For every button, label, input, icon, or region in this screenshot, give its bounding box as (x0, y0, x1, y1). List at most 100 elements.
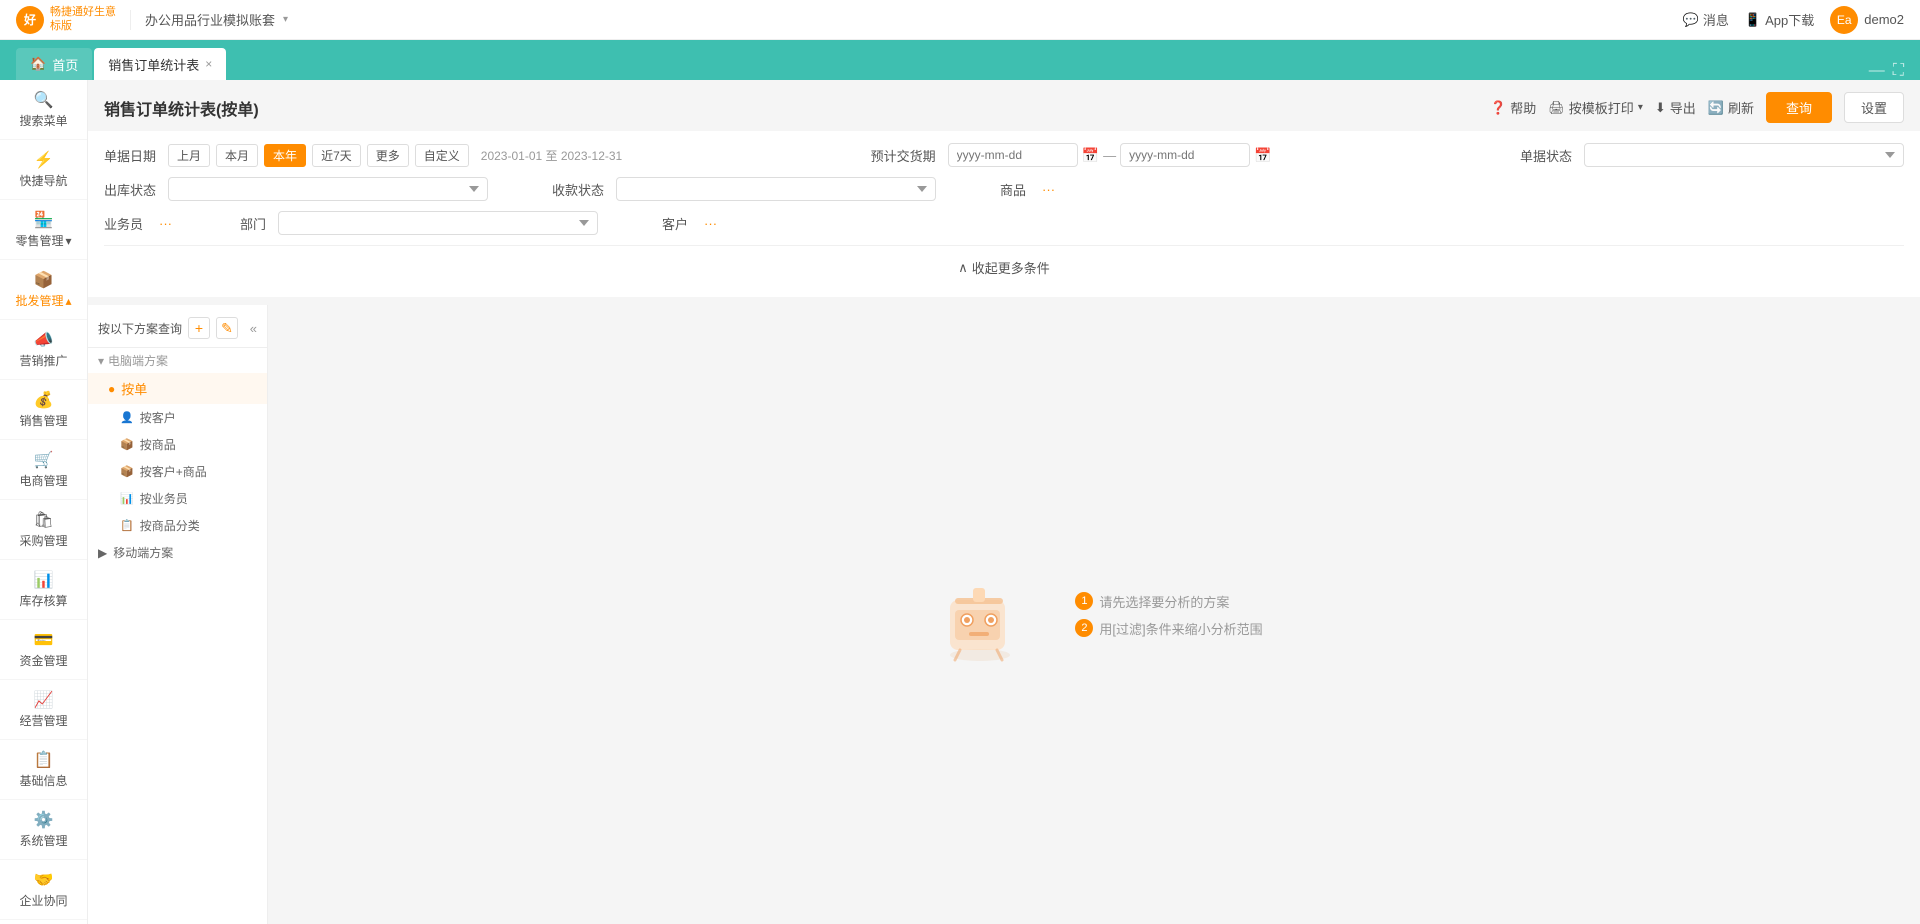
empty-state-container: 1 请先选择要分析的方案 2 用[过滤]条件来缩小分析范围 (925, 560, 1262, 670)
shipping-status-select[interactable] (168, 177, 488, 201)
tab-close-icon[interactable]: × (205, 57, 212, 71)
user-area[interactable]: Ea demo2 (1830, 6, 1904, 34)
sidebar-item-quick-nav[interactable]: ⚡ 快捷导航 (0, 140, 87, 200)
scheme-item-by-customer[interactable]: 👤 按客户 (88, 404, 267, 431)
filter-row-date: 单据日期 上月 本月 本年 近7天 更多 自定义 2023-01-01 至 20… (104, 143, 1904, 167)
sidebar-item-purchase[interactable]: 🛍 采购管理 (0, 500, 87, 560)
tab-sales-order-stats[interactable]: 销售订单统计表 × (94, 48, 226, 80)
department-select[interactable] (278, 211, 598, 235)
by-order-icon: ● (108, 382, 115, 396)
scheme-item-by-customer-product[interactable]: 📦 按客户+商品 (88, 458, 267, 485)
by-salesperson-icon: 📊 (120, 492, 134, 505)
mobile-expand-icon: ▶ (98, 546, 107, 560)
date-quick-buttons: 上月 本月 本年 近7天 更多 自定义 (168, 144, 469, 167)
this-month-btn[interactable]: 本月 (216, 144, 258, 167)
cal-start-icon[interactable]: 📅 (1082, 147, 1099, 164)
scheme-collapse-btn[interactable]: « (250, 321, 257, 336)
sidebar-item-sales[interactable]: 💰 销售管理 (0, 380, 87, 440)
collapse-area: ∧ 收起更多条件 (104, 245, 1904, 285)
message-btn[interactable]: 💬 消息 (1683, 10, 1729, 29)
status-select[interactable] (1584, 143, 1904, 167)
sidebar-item-system[interactable]: ⚙️ 系统管理 (0, 800, 87, 860)
more-btn[interactable]: 更多 (367, 144, 409, 167)
page-title: 销售订单统计表(按单) (104, 96, 259, 120)
user-avatar: Ea (1830, 6, 1858, 34)
sidebar-item-enterprise-collab[interactable]: 🤝 企业协同 (0, 860, 87, 920)
purchase-icon: 🛍 (33, 510, 53, 530)
scheme-item-by-order[interactable]: ● 按单 (88, 373, 267, 404)
product-ellipsis-btn[interactable]: ··· (1038, 182, 1059, 197)
app-download-icon: 📱 (1745, 12, 1761, 28)
refresh-icon: 🔄 (1708, 100, 1724, 116)
date-range-text: 2023-01-01 至 2023-12-31 (481, 147, 622, 164)
sidebar-item-inventory[interactable]: 📊 库存核算 (0, 560, 87, 620)
payment-status-wrap (616, 177, 936, 201)
sidebar-item-basics[interactable]: 📋 基础信息 (0, 740, 87, 800)
app-download-btn[interactable]: 📱 App下载 (1745, 10, 1814, 29)
print-dropdown-icon: ▾ (1638, 102, 1643, 113)
window-maximize-icon[interactable]: ⛶ (1893, 62, 1904, 80)
shipping-status-wrap (168, 177, 488, 201)
scheme-item-by-product-category[interactable]: 📋 按商品分类 (88, 512, 267, 539)
quick-nav-icon: ⚡ (34, 150, 54, 170)
last-7days-btn[interactable]: 近7天 (312, 144, 361, 167)
cal-end-icon[interactable]: 📅 (1254, 147, 1271, 164)
home-icon: 🏠 (30, 56, 46, 72)
retail-arrow: ▾ (65, 234, 71, 248)
sidebar-item-new-guide[interactable]: 🎯 新手引导 (0, 920, 87, 924)
by-customer-icon: 👤 (120, 411, 134, 424)
app-title-dropdown[interactable]: ▾ (283, 14, 288, 25)
finance-icon: 💳 (34, 630, 54, 650)
sidebar-item-retail[interactable]: 🏪 零售管理 ▾ (0, 200, 87, 260)
print-btn[interactable]: 🖨 按模板打印 ▾ (1548, 98, 1643, 117)
header-actions: ❓ 帮助 🖨 按模板打印 ▾ ⬇ 导出 🔄 刷新 查询 设置 (1490, 92, 1904, 123)
refresh-btn[interactable]: 🔄 刷新 (1708, 98, 1754, 117)
custom-btn[interactable]: 自定义 (415, 144, 469, 167)
by-customer-product-icon: 📦 (120, 465, 134, 478)
sidebar-item-search-menu[interactable]: 🔍 搜索菜单 (0, 80, 87, 140)
customer-ellipsis-btn[interactable]: ··· (700, 216, 721, 231)
scheme-mobile-category[interactable]: ▶ 移动端方案 (88, 539, 267, 566)
search-menu-icon: 🔍 (34, 90, 54, 110)
sales-icon: 💰 (34, 390, 54, 410)
scheme-item-by-salesperson[interactable]: 📊 按业务员 (88, 485, 267, 512)
tab-bar: 🏠 首页 销售订单统计表 × — ⛶ (0, 40, 1920, 80)
expected-date-start[interactable] (948, 143, 1078, 167)
shipping-status-label: 出库状态 (104, 180, 156, 199)
scheme-edit-btn[interactable]: ✎ (216, 317, 238, 339)
this-year-btn[interactable]: 本年 (264, 144, 306, 167)
export-btn[interactable]: ⬇ 导出 (1655, 98, 1696, 117)
system-icon: ⚙️ (34, 810, 54, 830)
empty-tip-1: 1 请先选择要分析的方案 (1075, 592, 1262, 611)
help-btn[interactable]: ❓ 帮助 (1490, 98, 1536, 117)
by-product-category-icon: 📋 (120, 519, 134, 532)
scheme-add-btn[interactable]: + (188, 317, 210, 339)
logo-area: 好 畅捷通好生意 标版 (16, 6, 116, 34)
sidebar-item-wholesale[interactable]: 📦 批发管理 ▴ (0, 260, 87, 320)
payment-status-select[interactable] (616, 177, 936, 201)
department-label: 部门 (240, 214, 266, 233)
department-wrap (278, 211, 598, 235)
salesperson-ellipsis-btn[interactable]: ··· (155, 216, 176, 231)
empty-tips: 1 请先选择要分析的方案 2 用[过滤]条件来缩小分析范围 (1075, 592, 1262, 638)
basics-icon: 📋 (34, 750, 54, 770)
top-bar: 好 畅捷通好生意 标版 办公用品行业模拟账套 ▾ 💬 消息 📱 App下载 Ea… (0, 0, 1920, 40)
top-bar-left: 好 畅捷通好生意 标版 办公用品行业模拟账套 ▾ (16, 6, 288, 34)
sidebar-item-operations[interactable]: 📈 经营管理 (0, 680, 87, 740)
sidebar-item-marketing[interactable]: 📣 营销推广 (0, 320, 87, 380)
window-minimize-icon[interactable]: — (1869, 62, 1885, 80)
expected-date-end[interactable] (1120, 143, 1250, 167)
scheme-item-by-product[interactable]: 📦 按商品 (88, 431, 267, 458)
sidebar-item-ecommerce[interactable]: 🛒 电商管理 (0, 440, 87, 500)
collapse-btn[interactable]: ∧ 收起更多条件 (104, 250, 1904, 285)
status-select-wrap (1584, 143, 1904, 167)
results-area: 1 请先选择要分析的方案 2 用[过滤]条件来缩小分析范围 (268, 305, 1920, 924)
reset-button[interactable]: 设置 (1844, 92, 1904, 123)
top-bar-right: 💬 消息 📱 App下载 Ea demo2 (1683, 6, 1904, 34)
content-body: 按以下方案查询 + ✎ « ▾ 电脑端方案 ● 按单 👤 按客户 (88, 305, 1920, 924)
tab-home[interactable]: 🏠 首页 (16, 48, 92, 80)
sidebar-item-finance[interactable]: 💳 资金管理 (0, 620, 87, 680)
last-month-btn[interactable]: 上月 (168, 144, 210, 167)
help-icon: ❓ (1490, 100, 1506, 116)
query-button[interactable]: 查询 (1766, 92, 1832, 123)
